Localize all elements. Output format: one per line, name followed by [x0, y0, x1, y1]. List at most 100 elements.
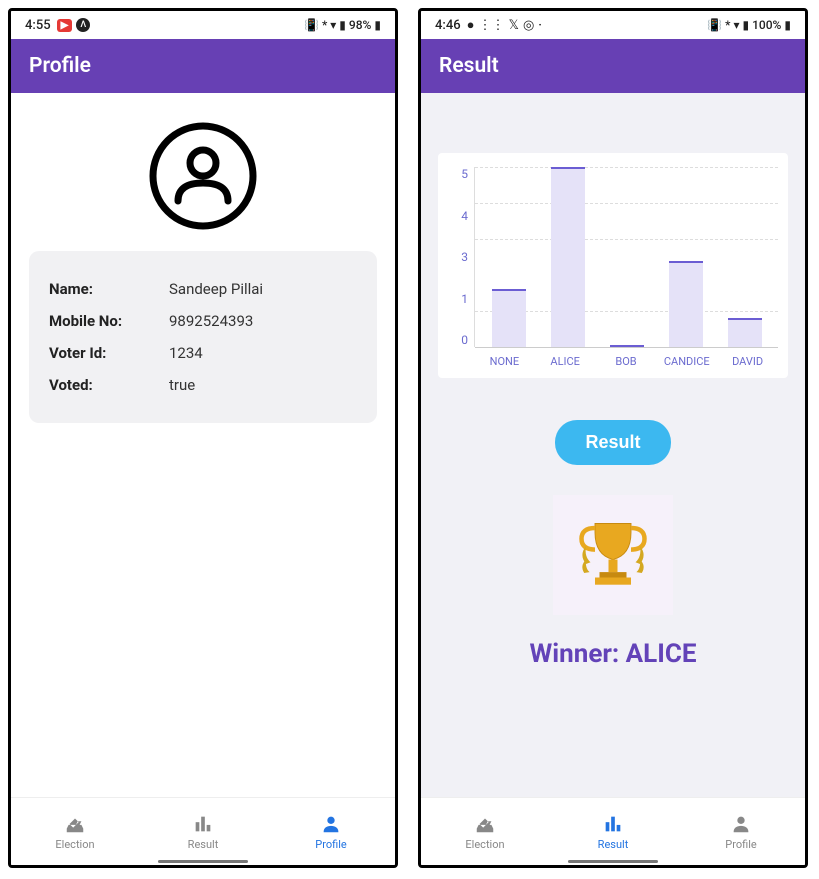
bar-none	[492, 289, 526, 347]
signal-icon: ▮	[742, 18, 749, 32]
battery-percent: 100%	[752, 18, 781, 32]
battery-percent: 98%	[349, 18, 371, 32]
phone-profile: 4:55 ▶ Λ 📳 * ▾ ▮ 98% ▮ Profile Name:	[8, 8, 398, 868]
profile-row-name: Name: Sandeep Pillai	[49, 273, 357, 305]
status-left-icons: ▶ Λ	[57, 18, 91, 32]
y-tick: 0	[461, 333, 468, 347]
winner-text: Winner: ALICE	[530, 639, 697, 669]
trophy-image	[553, 495, 673, 615]
profile-card: Name: Sandeep Pillai Mobile No: 98925243…	[29, 251, 377, 423]
nav-label: Profile	[315, 838, 346, 851]
avatar-wrap	[29, 111, 377, 251]
profile-value: 9892524393	[169, 312, 253, 330]
bar-bob	[610, 345, 644, 347]
status-right-icons: 📳 * ▾ ▮ 100% ▮	[707, 18, 791, 32]
chat-icon: ●	[467, 17, 475, 33]
x-tick: DAVID	[724, 355, 772, 368]
x-tick: BOB	[602, 355, 650, 368]
status-right-icons: 📳 * ▾ ▮ 98% ▮	[304, 18, 381, 32]
chart-card: 5 4 3 1 0 NONE ALICE BOB CANDICE DAVID	[438, 153, 788, 378]
y-tick: 4	[461, 209, 468, 223]
status-time: 4:46	[435, 18, 461, 33]
bottom-nav: Election Result Profile	[11, 797, 395, 865]
x-tick: NONE	[480, 355, 528, 368]
profile-label: Mobile No:	[49, 312, 169, 330]
plot-area	[474, 167, 778, 347]
bar-alice	[551, 167, 585, 347]
profile-label: Name:	[49, 280, 169, 298]
x-tick: CANDICE	[663, 355, 711, 368]
status-bar: 4:55 ▶ Λ 📳 * ▾ ▮ 98% ▮	[11, 11, 395, 39]
bar-wrap	[548, 167, 588, 347]
status-left-icons: ● ⋮⋮ 𝕏 ◎ ·	[467, 17, 542, 33]
phone-result: 4:46 ● ⋮⋮ 𝕏 ◎ · 📳 * ▾ ▮ 100% ▮ Result 5 …	[418, 8, 808, 868]
profile-value: Sandeep Pillai	[169, 280, 263, 298]
appbar-title: Result	[439, 54, 499, 78]
bar-wrap	[725, 167, 765, 347]
person-icon	[730, 813, 752, 835]
twitter-icon: 𝕏	[508, 18, 518, 33]
y-tick: 1	[461, 292, 468, 306]
nav-item-profile[interactable]: Profile	[267, 798, 395, 865]
nav-item-election[interactable]: Election	[421, 798, 549, 865]
bottom-nav: Election Result Profile	[421, 797, 805, 865]
nav-item-election[interactable]: Election	[11, 798, 139, 865]
bluetooth-icon: *	[725, 18, 730, 32]
battery-icon: ▮	[784, 18, 791, 32]
app-icon: ⋮⋮	[478, 18, 504, 33]
bar-wrap	[607, 167, 647, 347]
nav-item-profile[interactable]: Profile	[677, 798, 805, 865]
y-tick: 3	[461, 250, 468, 264]
app-icon: Λ	[76, 18, 90, 32]
x-axis: NONE ALICE BOB CANDICE DAVID	[448, 347, 778, 368]
profile-content: Name: Sandeep Pillai Mobile No: 98925243…	[11, 93, 395, 797]
circle-icon: ◎	[523, 18, 534, 33]
status-time: 4:55	[25, 18, 51, 33]
trophy-icon	[568, 510, 658, 600]
result-content: 5 4 3 1 0 NONE ALICE BOB CANDICE DAVID Resul…	[421, 93, 805, 797]
battery-icon: ▮	[374, 18, 381, 32]
y-tick: 5	[461, 167, 468, 181]
profile-label: Voter Id:	[49, 344, 169, 362]
profile-label: Voted:	[49, 376, 169, 394]
bluetooth-icon: *	[322, 18, 327, 32]
vibrate-icon: 📳	[707, 18, 722, 32]
profile-row-mobile: Mobile No: 9892524393	[49, 305, 357, 337]
profile-value: 1234	[169, 344, 203, 362]
appbar: Result	[421, 39, 805, 93]
person-icon	[320, 813, 342, 835]
bar-wrap	[666, 167, 706, 347]
vibrate-icon: 📳	[304, 18, 319, 32]
nav-label: Election	[55, 838, 94, 851]
wifi-icon: ▾	[733, 18, 739, 32]
nav-item-result[interactable]: Result	[139, 798, 267, 865]
chart-area: 5 4 3 1 0	[448, 167, 778, 347]
nav-item-result[interactable]: Result	[549, 798, 677, 865]
bar-candice	[669, 261, 703, 347]
appbar-title: Profile	[29, 54, 91, 78]
nav-indicator	[568, 860, 658, 863]
ballot-icon	[64, 813, 86, 835]
nav-label: Result	[598, 838, 629, 851]
bar-wrap	[489, 167, 529, 347]
signal-icon: ▮	[339, 18, 346, 32]
chart-icon	[602, 813, 624, 835]
profile-row-voted: Voted: true	[49, 369, 357, 401]
nav-label: Result	[188, 838, 219, 851]
y-axis: 5 4 3 1 0	[448, 167, 474, 347]
result-button[interactable]: Result	[555, 420, 670, 465]
appbar: Profile	[11, 39, 395, 93]
nav-label: Profile	[725, 838, 756, 851]
nav-indicator	[158, 860, 248, 863]
profile-value: true	[169, 376, 195, 394]
nav-label: Election	[465, 838, 504, 851]
chart-icon	[192, 813, 214, 835]
status-bar: 4:46 ● ⋮⋮ 𝕏 ◎ · 📳 * ▾ ▮ 100% ▮	[421, 11, 805, 39]
ballot-icon	[474, 813, 496, 835]
profile-row-voterid: Voter Id: 1234	[49, 337, 357, 369]
dot-icon: ·	[538, 18, 542, 33]
x-tick: ALICE	[541, 355, 589, 368]
rec-icon: ▶	[57, 19, 73, 32]
bar-david	[728, 318, 762, 347]
wifi-icon: ▾	[330, 18, 336, 32]
